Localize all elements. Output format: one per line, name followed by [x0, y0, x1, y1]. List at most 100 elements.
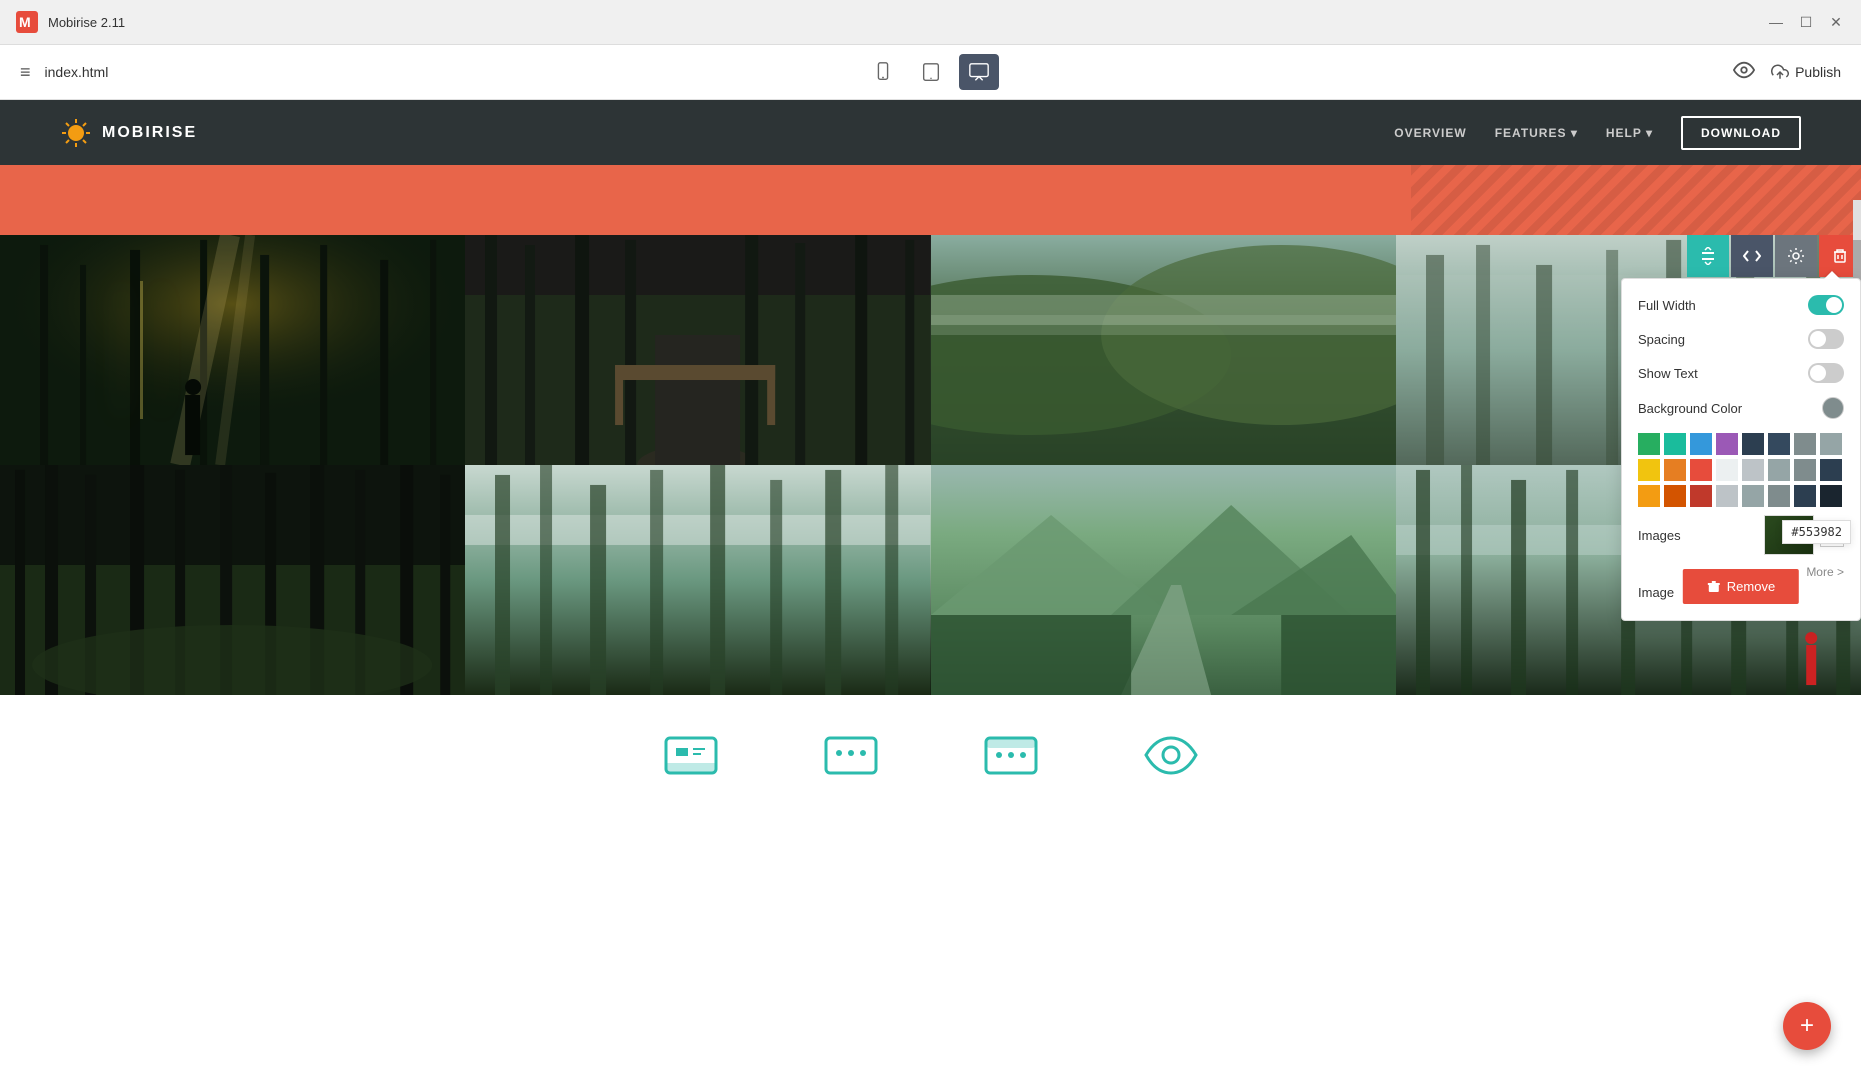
tablet-view-button[interactable]	[911, 54, 951, 90]
site-logo: MOBIRISE	[60, 117, 197, 149]
website-preview: MOBIRISE OVERVIEW FEATURES ▾ HELP ▾ DOWN…	[0, 100, 1861, 1080]
color-silver[interactable]	[1820, 433, 1842, 455]
color-concrete[interactable]	[1742, 459, 1764, 481]
app-icon: M	[16, 11, 38, 33]
preview-button[interactable]	[1733, 59, 1755, 86]
full-width-row: Full Width	[1638, 295, 1844, 315]
spacing-label: Spacing	[1638, 332, 1685, 347]
site-nav: OVERVIEW FEATURES ▾ HELP ▾ DOWNLOAD	[1394, 116, 1801, 150]
photo-cell-6	[465, 465, 930, 695]
show-text-row: Show Text	[1638, 363, 1844, 383]
remove-label: Remove	[1727, 579, 1775, 594]
photo-cell-1	[0, 235, 465, 465]
icon-item-2	[821, 733, 881, 778]
teal-icon-1	[661, 733, 721, 778]
toolbar: ≡ index.html Publish	[0, 45, 1861, 100]
color-mist[interactable]	[1742, 485, 1764, 507]
color-asbestos[interactable]	[1768, 459, 1790, 481]
color-green[interactable]	[1638, 433, 1660, 455]
settings-panel: Full Width Spacing Show Text Background …	[1621, 278, 1861, 621]
toolbar-right: Publish	[1733, 59, 1841, 86]
color-red[interactable]	[1690, 459, 1712, 481]
full-width-label: Full Width	[1638, 298, 1696, 313]
photo-cell-5	[0, 465, 465, 695]
color-wetsand[interactable]	[1794, 459, 1816, 481]
banner-stripes	[1411, 165, 1861, 235]
spacing-row: Spacing	[1638, 329, 1844, 349]
mobile-view-button[interactable]	[863, 54, 903, 90]
code-button[interactable]	[1731, 235, 1773, 277]
toolbar-left: ≡ index.html	[20, 62, 108, 83]
teal-icon-2	[821, 733, 881, 778]
panel-arrow	[1824, 271, 1840, 279]
color-grid-row3	[1638, 485, 1844, 507]
color-orange[interactable]	[1664, 459, 1686, 481]
color-carrot[interactable]	[1664, 485, 1686, 507]
desktop-view-button[interactable]	[959, 54, 999, 90]
bg-color-circle[interactable]	[1822, 397, 1844, 419]
nav-download[interactable]: DOWNLOAD	[1681, 116, 1801, 150]
teal-icon-4	[1141, 733, 1201, 778]
remove-button[interactable]: Remove	[1683, 569, 1799, 604]
svg-text:M: M	[19, 14, 31, 30]
photo-cell-3	[931, 235, 1396, 465]
color-navy[interactable]	[1794, 485, 1816, 507]
color-yellow[interactable]	[1638, 459, 1660, 481]
title-bar: M Mobirise 2.11 — ☐ ✕	[0, 0, 1861, 45]
color-teal[interactable]	[1664, 433, 1686, 455]
publish-label: Publish	[1795, 64, 1841, 80]
color-pomegranate[interactable]	[1690, 485, 1712, 507]
photo-grid	[0, 235, 1861, 695]
icon-item-3	[981, 733, 1041, 778]
nav-overview[interactable]: OVERVIEW	[1394, 126, 1466, 140]
site-logo-text: MOBIRISE	[102, 124, 197, 142]
full-width-toggle[interactable]	[1808, 295, 1844, 315]
photo-cell-7	[931, 465, 1396, 695]
color-midnight[interactable]	[1820, 459, 1842, 481]
add-block-button[interactable]: +	[1783, 1002, 1831, 1050]
settings-button[interactable]	[1775, 235, 1817, 277]
icon-item-4	[1141, 733, 1201, 778]
close-button[interactable]: ✕	[1827, 13, 1845, 31]
nav-help[interactable]: HELP ▾	[1606, 126, 1653, 140]
device-switcher	[863, 54, 999, 90]
images-label: Images	[1638, 528, 1681, 543]
title-bar-left: M Mobirise 2.11	[16, 11, 125, 33]
show-text-toggle[interactable]	[1808, 363, 1844, 383]
color-blue[interactable]	[1690, 433, 1712, 455]
color-palette	[1638, 433, 1844, 507]
color-grid-row2	[1638, 459, 1844, 481]
nav-features[interactable]: FEATURES ▾	[1495, 126, 1578, 140]
maximize-button[interactable]: ☐	[1797, 13, 1815, 31]
color-gray[interactable]	[1794, 433, 1816, 455]
bottom-icons-section	[0, 695, 1861, 815]
window-controls: — ☐ ✕	[1767, 13, 1845, 31]
bg-color-row: Background Color	[1638, 397, 1844, 419]
site-navbar: MOBIRISE OVERVIEW FEATURES ▾ HELP ▾ DOWN…	[0, 100, 1861, 165]
spacing-toggle[interactable]	[1808, 329, 1844, 349]
reorder-button[interactable]	[1687, 235, 1729, 277]
bg-color-label: Background Color	[1638, 401, 1742, 416]
color-stone[interactable]	[1768, 485, 1790, 507]
color-grid-row1	[1638, 433, 1844, 455]
color-sunflower[interactable]	[1638, 485, 1660, 507]
color-dark-blue[interactable]	[1742, 433, 1764, 455]
color-black[interactable]	[1820, 485, 1842, 507]
trash-icon	[1707, 580, 1721, 594]
color-dark-slate[interactable]	[1768, 433, 1790, 455]
hex-tooltip: #553982	[1782, 520, 1851, 544]
color-cloud[interactable]	[1716, 459, 1738, 481]
image-label: Image	[1638, 585, 1674, 600]
app-title: Mobirise 2.11	[48, 15, 125, 30]
color-purple[interactable]	[1716, 433, 1738, 455]
color-platinum[interactable]	[1716, 485, 1738, 507]
show-text-label: Show Text	[1638, 366, 1698, 381]
menu-button[interactable]: ≡	[20, 62, 31, 83]
photo-cell-2	[465, 235, 930, 465]
minimize-button[interactable]: —	[1767, 13, 1785, 31]
filename-label: index.html	[45, 64, 109, 80]
publish-button[interactable]: Publish	[1771, 63, 1841, 81]
orange-banner	[0, 165, 1861, 235]
icon-item-1	[661, 733, 721, 778]
teal-icon-3	[981, 733, 1041, 778]
